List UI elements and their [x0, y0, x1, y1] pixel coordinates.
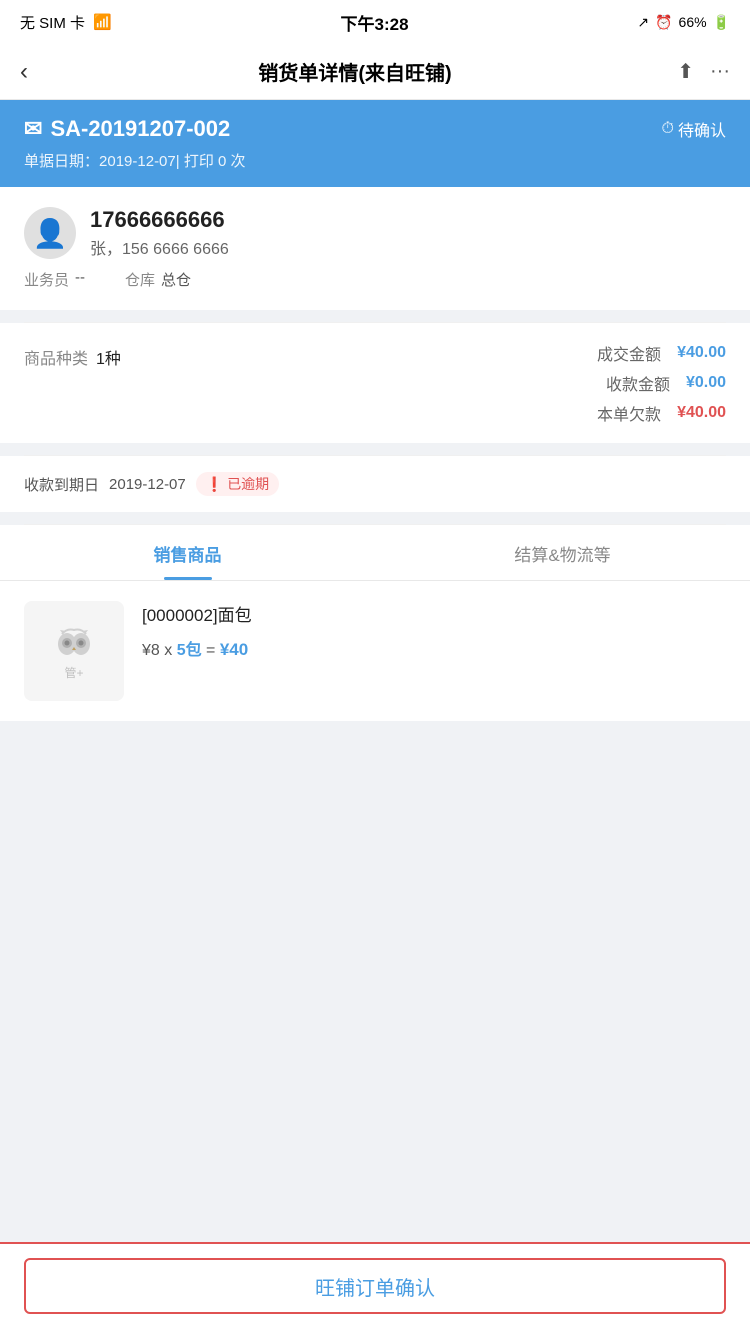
received-label: 收款金额 [606, 371, 670, 395]
due-date-card: 收款到期日 2019-12-07 ❗ 已逾期 [0, 456, 750, 512]
owe-value: ¥40.00 [677, 404, 726, 422]
customer-name: 张，156 6666 6666 [90, 235, 229, 259]
avatar: 👤 [24, 207, 76, 259]
received-value: ¥0.00 [686, 374, 726, 392]
customer-phone: 17666666666 [90, 207, 229, 233]
warehouse-meta: 仓库 总仓 [125, 269, 191, 290]
avatar-icon: 👤 [33, 217, 68, 250]
status-clock-icon: ⏱ [662, 120, 674, 138]
back-button[interactable]: ‹ [20, 58, 60, 86]
received-row: 收款金额 ¥0.00 [606, 371, 726, 395]
warehouse-label: 仓库 [125, 269, 155, 290]
page-title: 销货单详情(来自旺铺) [60, 57, 650, 86]
customer-row: 👤 17666666666 张，156 6666 6666 [24, 207, 726, 259]
wifi-icon: 📶 [93, 13, 112, 31]
order-id-text: SA-20191207-002 [50, 116, 230, 142]
sales-meta: 业务员 -- [24, 269, 85, 290]
product-item: 管+ [0000002]面包 ¥8 x 5包 = ¥40 [0, 581, 750, 721]
due-date-value: 2019-12-07 [109, 476, 186, 493]
owe-label: 本单欠款 [597, 401, 661, 425]
product-info: [0000002]面包 ¥8 x 5包 = ¥40 [142, 601, 726, 660]
nav-bar: ‹ 销货单详情(来自旺铺) ⬆ ··· [0, 44, 750, 100]
more-button[interactable]: ··· [710, 60, 730, 83]
status-text: 待确认 [678, 117, 726, 141]
product-section: 管+ [0000002]面包 ¥8 x 5包 = ¥40 [0, 581, 750, 721]
tab-settlement[interactable]: 结算&物流等 [375, 525, 750, 580]
battery-icon: 🔋 [713, 14, 730, 31]
order-status: ⏱ 待确认 [662, 117, 727, 141]
tab-sales[interactable]: 销售商品 [0, 525, 375, 580]
amount-label: 成交金额 [597, 341, 661, 365]
customer-info: 17666666666 张，156 6666 6666 [90, 207, 229, 259]
customer-card: 👤 17666666666 张，156 6666 6666 业务员 -- 仓库 … [0, 187, 750, 310]
confirm-button[interactable]: 旺铺订单确认 [24, 1258, 726, 1314]
nav-actions: ⬆ ··· [650, 59, 730, 84]
overdue-text: 已逾期 [227, 474, 269, 494]
summary-left: 商品种类 1种 [24, 341, 121, 369]
customer-meta: 业务员 -- 仓库 总仓 [24, 269, 726, 290]
status-time: 下午3:28 [341, 10, 409, 35]
type-label: 商品种类 [24, 345, 88, 369]
bottom-area [0, 733, 750, 893]
owe-row: 本单欠款 ¥40.00 [597, 401, 726, 425]
battery-text: 66% [679, 14, 707, 30]
type-value: 1种 [96, 345, 121, 369]
price-separator: = [202, 642, 220, 659]
order-date: 单据日期：2019-12-07| 打印 0 次 [24, 150, 726, 171]
logo-plus-text: 管+ [64, 664, 83, 681]
amount-row: 成交金额 ¥40.00 [597, 341, 726, 365]
overdue-icon: ❗ [206, 476, 223, 493]
order-id: ✉ SA-20191207-002 [24, 116, 230, 142]
status-bar: 无 SIM 卡 📶 下午3:28 ↗ ⏰ 66% 🔋 [0, 0, 750, 44]
status-right: ↗ ⏰ 66% 🔋 [637, 14, 730, 31]
location-icon: ↗ [637, 14, 649, 31]
owl-icon [49, 622, 99, 662]
amount-value: ¥40.00 [677, 344, 726, 362]
warehouse-value: 总仓 [161, 269, 191, 290]
carrier-text: 无 SIM 卡 [20, 12, 85, 33]
order-id-row: ✉ SA-20191207-002 ⏱ 待确认 [24, 116, 726, 142]
order-icon: ✉ [24, 116, 42, 142]
product-logo: 管+ [49, 622, 99, 681]
sales-label: 业务员 [24, 269, 69, 290]
sales-value: -- [75, 269, 85, 290]
confirm-btn-wrapper: 旺铺订单确认 [0, 1242, 750, 1334]
order-header: ✉ SA-20191207-002 ⏱ 待确认 单据日期：2019-12-07|… [0, 100, 750, 187]
product-total: ¥40 [220, 640, 248, 659]
summary-card: 商品种类 1种 成交金额 ¥40.00 收款金额 ¥0.00 本单欠款 ¥40.… [0, 323, 750, 443]
status-left: 无 SIM 卡 📶 [20, 12, 112, 33]
product-thumbnail: 管+ [24, 601, 124, 701]
price-text: ¥8 x [142, 642, 177, 659]
tabs: 销售商品 结算&物流等 [0, 525, 750, 581]
summary-right: 成交金额 ¥40.00 收款金额 ¥0.00 本单欠款 ¥40.00 [597, 341, 726, 425]
product-price: ¥8 x 5包 = ¥40 [142, 636, 726, 660]
product-qty: 5包 [177, 642, 202, 659]
overdue-badge: ❗ 已逾期 [196, 472, 279, 496]
product-name: [0000002]面包 [142, 601, 726, 626]
alarm-icon: ⏰ [655, 14, 672, 31]
share-button[interactable]: ⬆ [677, 59, 694, 84]
due-date-label: 收款到期日 [24, 474, 99, 495]
